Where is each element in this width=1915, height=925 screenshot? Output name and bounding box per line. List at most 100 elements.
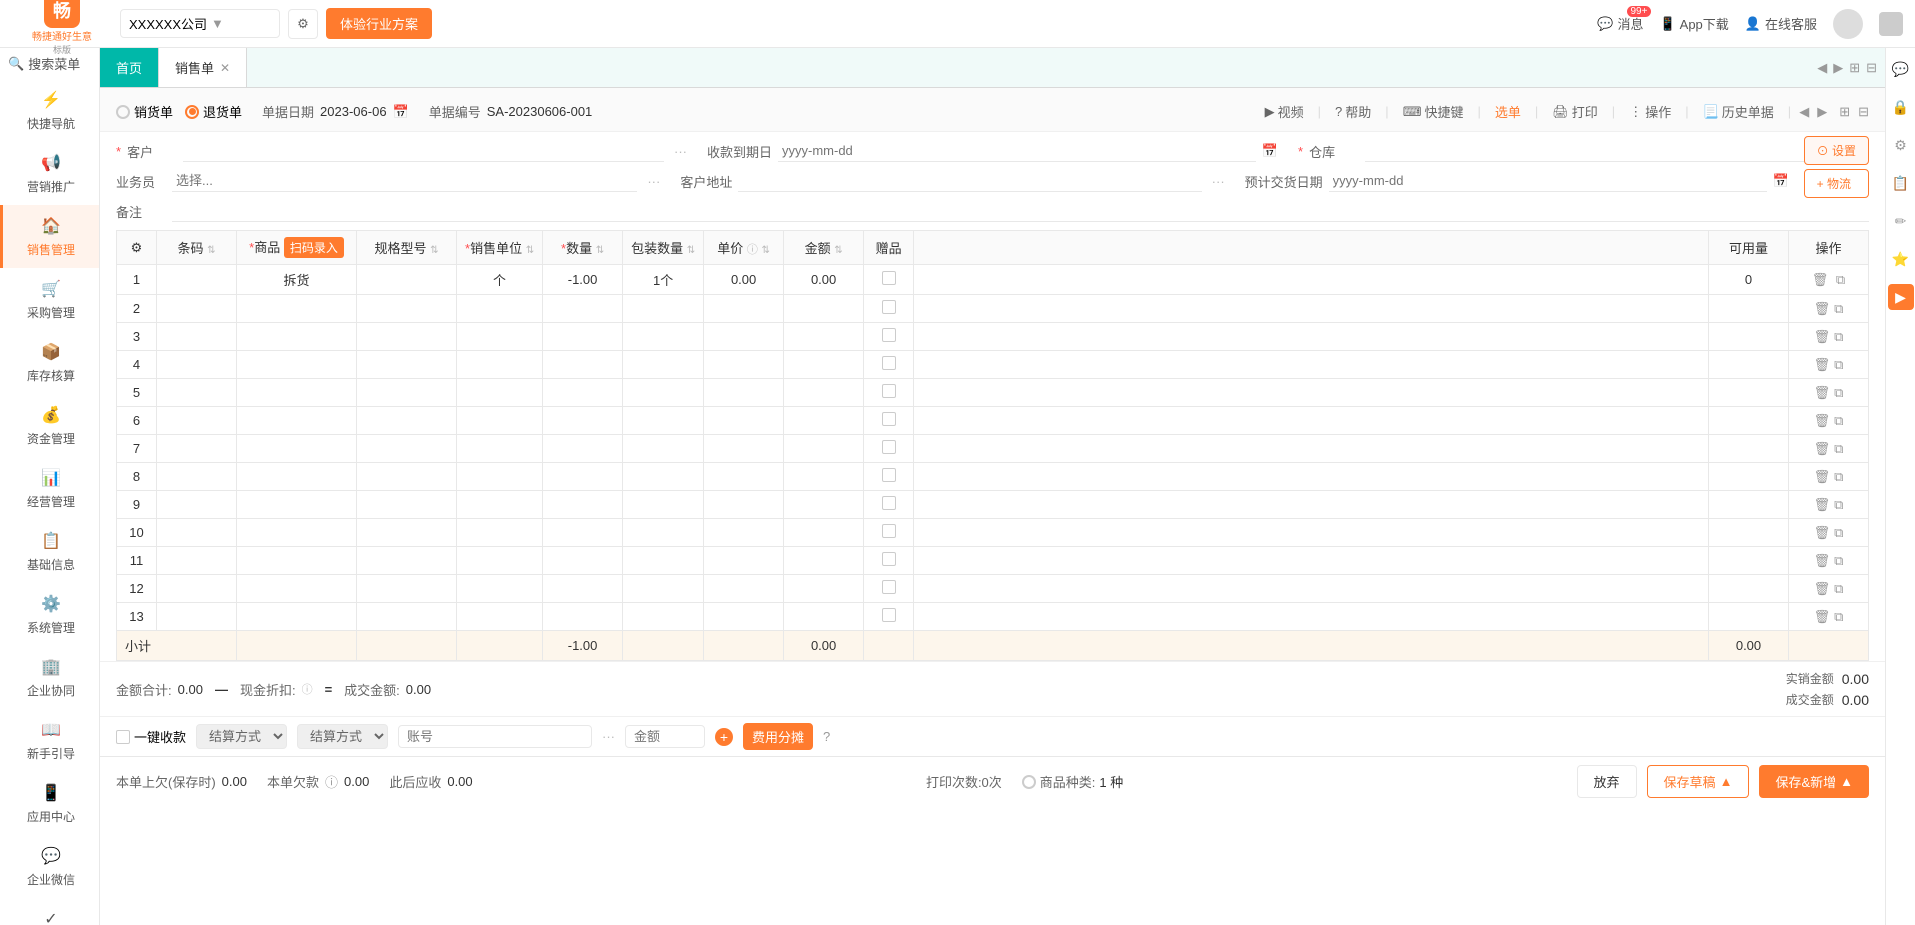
- payment-method-select[interactable]: 结算方式: [196, 724, 287, 749]
- row1-spec[interactable]: [357, 265, 457, 295]
- avatar[interactable]: [1833, 9, 1863, 39]
- copy-icon[interactable]: ⧉: [1834, 581, 1843, 596]
- delete-icon[interactable]: 🗑: [1814, 609, 1831, 624]
- warehouse-input[interactable]: 建材仓: [1365, 140, 1846, 162]
- delete-icon[interactable]: 🗑: [1814, 469, 1831, 484]
- history-btn[interactable]: 📃 历史单据: [1697, 100, 1780, 123]
- copy-icon[interactable]: ⧉: [1834, 301, 1843, 316]
- help-btn[interactable]: ? 帮助: [1329, 100, 1377, 123]
- customer-address-input[interactable]: [738, 170, 1201, 192]
- row1-product[interactable]: 拆货: [237, 265, 357, 295]
- delete-icon[interactable]: 🗑: [1814, 301, 1831, 316]
- nav-next-btn[interactable]: ▶: [1817, 104, 1827, 120]
- one-click-payment-checkbox[interactable]: 一键收款: [116, 727, 186, 746]
- sidebar-item-inventory[interactable]: 📦 库存核算: [0, 331, 99, 394]
- row1-copy-icon[interactable]: ⧉: [1836, 272, 1845, 287]
- detail-view-btn[interactable]: ⊟: [1858, 104, 1869, 120]
- tab-close-icon[interactable]: ✕: [220, 61, 230, 75]
- address-more-icon[interactable]: ···: [1212, 174, 1225, 189]
- copy-icon[interactable]: ⧉: [1834, 553, 1843, 568]
- row1-delete-icon[interactable]: 🗑: [1812, 272, 1829, 287]
- sidebar-item-system[interactable]: ⚙️ 系统管理: [0, 583, 99, 646]
- setting-button[interactable]: ⊙ 设置: [1804, 136, 1869, 165]
- sidebar-item-enterprise[interactable]: 🏢 企业协同: [0, 646, 99, 709]
- row1-gift[interactable]: [864, 265, 914, 295]
- delete-icon[interactable]: 🗑: [1814, 413, 1831, 428]
- operate-btn[interactable]: ⋮ 操作: [1623, 100, 1677, 123]
- float-icon-star[interactable]: ⭐: [1888, 246, 1914, 272]
- float-icon-edit[interactable]: ✏: [1888, 208, 1914, 234]
- radio-sales-order[interactable]: 销货单: [116, 102, 173, 121]
- scan-button[interactable]: 扫码录入: [284, 237, 344, 258]
- delete-icon[interactable]: 🗑: [1814, 357, 1831, 372]
- payment-calendar-icon[interactable]: 📅: [1262, 143, 1278, 159]
- company-selector[interactable]: XXXXXX公司 ▼: [120, 9, 280, 38]
- fee-help-icon[interactable]: ?: [823, 729, 830, 744]
- payment-date-input[interactable]: [778, 140, 1256, 162]
- payment-checkbox[interactable]: [116, 730, 130, 744]
- col-header-settings[interactable]: ⚙: [117, 231, 157, 265]
- radio-return-order[interactable]: 退货单: [185, 102, 242, 121]
- float-icon-clipboard[interactable]: 📋: [1888, 170, 1914, 196]
- payment-method-select2[interactable]: 结算方式: [297, 724, 388, 749]
- sidebar-item-operation[interactable]: 📊 经营管理: [0, 457, 99, 520]
- row1-qty[interactable]: -1.00: [543, 265, 623, 295]
- app-download-button[interactable]: 📱 App下载: [1659, 14, 1728, 33]
- customer-more-icon[interactable]: ···: [674, 144, 687, 159]
- sidebar-item-sales[interactable]: 🏠 销售管理: [0, 205, 99, 268]
- row1-price[interactable]: 0.00: [704, 265, 784, 295]
- messages-button[interactable]: 💬 消息 99+: [1597, 14, 1643, 33]
- discard-button[interactable]: 放弃: [1577, 765, 1637, 798]
- delete-icon[interactable]: 🗑: [1814, 441, 1831, 456]
- nav-prev-btn[interactable]: ◀: [1799, 104, 1809, 120]
- avatar2[interactable]: [1879, 12, 1903, 36]
- shortcut-btn[interactable]: ⌨ 快捷键: [1397, 100, 1470, 123]
- delete-icon[interactable]: 🗑: [1814, 553, 1831, 568]
- delete-icon[interactable]: 🗑: [1814, 497, 1831, 512]
- sidebar-item-guide[interactable]: 📖 新手引导: [0, 709, 99, 772]
- copy-icon[interactable]: ⧉: [1834, 357, 1843, 372]
- sidebar-item-member[interactable]: ✓ 畅会员: [0, 898, 99, 925]
- sidebar-item-purchase[interactable]: 🛒 采购管理: [0, 268, 99, 331]
- row1-barcode[interactable]: [157, 265, 237, 295]
- product-kind-radio[interactable]: [1022, 775, 1036, 789]
- float-icon-lock[interactable]: 🔒: [1888, 94, 1914, 120]
- expected-date-input[interactable]: [1329, 170, 1767, 192]
- delete-icon[interactable]: 🗑: [1814, 385, 1831, 400]
- sidebar-item-appstore[interactable]: 📱 应用中心: [0, 772, 99, 835]
- tab-next-icon[interactable]: ▶: [1833, 60, 1843, 76]
- copy-icon[interactable]: ⧉: [1834, 329, 1843, 344]
- delete-icon[interactable]: 🗑: [1814, 525, 1831, 540]
- print-btn[interactable]: 🖨 打印: [1546, 100, 1604, 123]
- float-icon-action[interactable]: ▶: [1888, 284, 1914, 310]
- save-new-button[interactable]: 保存&新增 ▲: [1759, 765, 1869, 798]
- copy-icon[interactable]: ⧉: [1834, 469, 1843, 484]
- copy-icon[interactable]: ⧉: [1834, 413, 1843, 428]
- sidebar-item-basic[interactable]: 📋 基础信息: [0, 520, 99, 583]
- copy-icon[interactable]: ⧉: [1834, 385, 1843, 400]
- settings-button[interactable]: ⚙: [288, 9, 318, 39]
- row1-unit[interactable]: 个: [457, 265, 543, 295]
- row1-pkg[interactable]: 1个: [623, 265, 704, 295]
- tab-grid-icon1[interactable]: ⊞: [1849, 60, 1860, 76]
- salesperson-more-icon[interactable]: ···: [647, 174, 660, 189]
- sidebar-item-finance[interactable]: 💰 资金管理: [0, 394, 99, 457]
- copy-icon[interactable]: ⧉: [1834, 609, 1843, 624]
- payment-account-input[interactable]: [398, 725, 592, 748]
- copy-icon[interactable]: ⧉: [1834, 525, 1843, 540]
- fee-split-button[interactable]: 费用分摊: [743, 723, 813, 750]
- save-draft-button[interactable]: 保存草稿 ▲: [1647, 765, 1750, 798]
- tab-sales-order[interactable]: 销售单 ✕: [159, 48, 247, 87]
- tab-grid-icon2[interactable]: ⊟: [1866, 60, 1877, 76]
- sidebar-item-quick-nav[interactable]: ⚡ 快捷导航: [0, 79, 99, 142]
- sidebar-item-wecom[interactable]: 💬 企业微信: [0, 835, 99, 898]
- logistics-button[interactable]: + 物流: [1804, 169, 1869, 198]
- delete-icon[interactable]: 🗑: [1814, 581, 1831, 596]
- prev-info-icon[interactable]: ⓘ: [325, 772, 338, 791]
- sidebar-item-marketing[interactable]: 📢 营销推广: [0, 142, 99, 205]
- salesperson-input[interactable]: [172, 170, 637, 192]
- add-payment-button[interactable]: +: [715, 728, 733, 746]
- payment-more-icon[interactable]: ···: [602, 729, 615, 744]
- select-btn[interactable]: 选单: [1489, 100, 1527, 123]
- save-new-dropdown-icon[interactable]: ▲: [1840, 774, 1853, 789]
